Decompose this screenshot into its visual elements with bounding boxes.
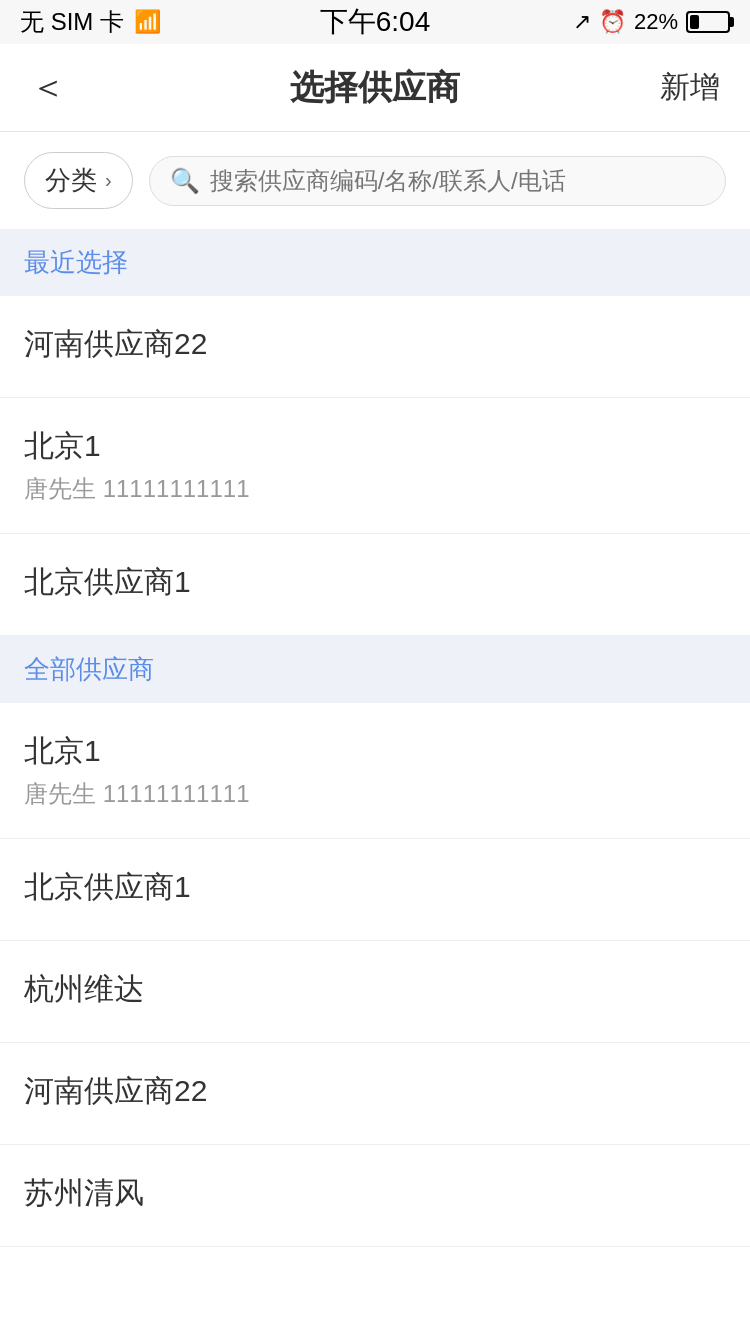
recent-section-label: 最近选择 — [24, 247, 128, 277]
item-name: 杭州维达 — [24, 969, 726, 1010]
item-name: 河南供应商22 — [24, 1071, 726, 1112]
back-button[interactable]: ＜ — [30, 63, 90, 112]
filter-bar: 分类 › 🔍 — [0, 132, 750, 229]
search-input[interactable] — [210, 167, 705, 195]
list-item[interactable]: 河南供应商22 — [0, 1043, 750, 1145]
status-left: 无 SIM 卡 📶 — [20, 6, 161, 38]
recent-list: 河南供应商22 北京1 唐先生 11111111111 北京供应商1 — [0, 296, 750, 636]
carrier-text: 无 SIM 卡 — [20, 6, 124, 38]
search-box[interactable]: 🔍 — [149, 156, 726, 206]
category-button[interactable]: 分类 › — [24, 152, 133, 209]
battery-icon — [686, 11, 730, 33]
location-icon: ↗ — [573, 9, 591, 35]
item-name: 北京供应商1 — [24, 867, 726, 908]
list-item[interactable]: 北京供应商1 — [0, 534, 750, 636]
search-icon: 🔍 — [170, 167, 200, 195]
battery-percent: 22% — [634, 9, 678, 35]
item-contact: 唐先生 11111111111 — [24, 473, 726, 505]
add-button[interactable]: 新增 — [660, 67, 720, 108]
nav-bar: ＜ 选择供应商 新增 — [0, 44, 750, 132]
page-title: 选择供应商 — [90, 65, 660, 111]
wifi-icon: 📶 — [134, 9, 161, 35]
list-item[interactable]: 苏州清风 — [0, 1145, 750, 1247]
status-time: 下午6:04 — [320, 3, 431, 41]
recent-section-header: 最近选择 — [0, 229, 750, 296]
item-name: 苏州清风 — [24, 1173, 726, 1214]
list-item[interactable]: 杭州维达 — [0, 941, 750, 1043]
all-list: 北京1 唐先生 11111111111 北京供应商1 杭州维达河南供应商22 苏州清风 — [0, 703, 750, 1247]
list-item[interactable]: 北京1 唐先生 11111111111 — [0, 703, 750, 839]
item-name: 河南供应商22 — [24, 324, 726, 365]
category-label: 分类 — [45, 163, 97, 198]
status-bar: 无 SIM 卡 📶 下午6:04 ↗ ⏰ 22% — [0, 0, 750, 44]
list-item[interactable]: 北京1 唐先生 11111111111 — [0, 398, 750, 534]
item-name: 北京1 — [24, 426, 726, 467]
all-section-label: 全部供应商 — [24, 654, 154, 684]
alarm-icon: ⏰ — [599, 9, 626, 35]
status-right: ↗ ⏰ 22% — [573, 9, 730, 35]
chevron-right-icon: › — [105, 169, 112, 192]
list-item[interactable]: 北京供应商1 — [0, 839, 750, 941]
all-section-header: 全部供应商 — [0, 636, 750, 703]
list-item[interactable]: 河南供应商22 — [0, 296, 750, 398]
item-contact: 唐先生 11111111111 — [24, 778, 726, 810]
item-name: 北京1 — [24, 731, 726, 772]
item-name: 北京供应商1 — [24, 562, 726, 603]
